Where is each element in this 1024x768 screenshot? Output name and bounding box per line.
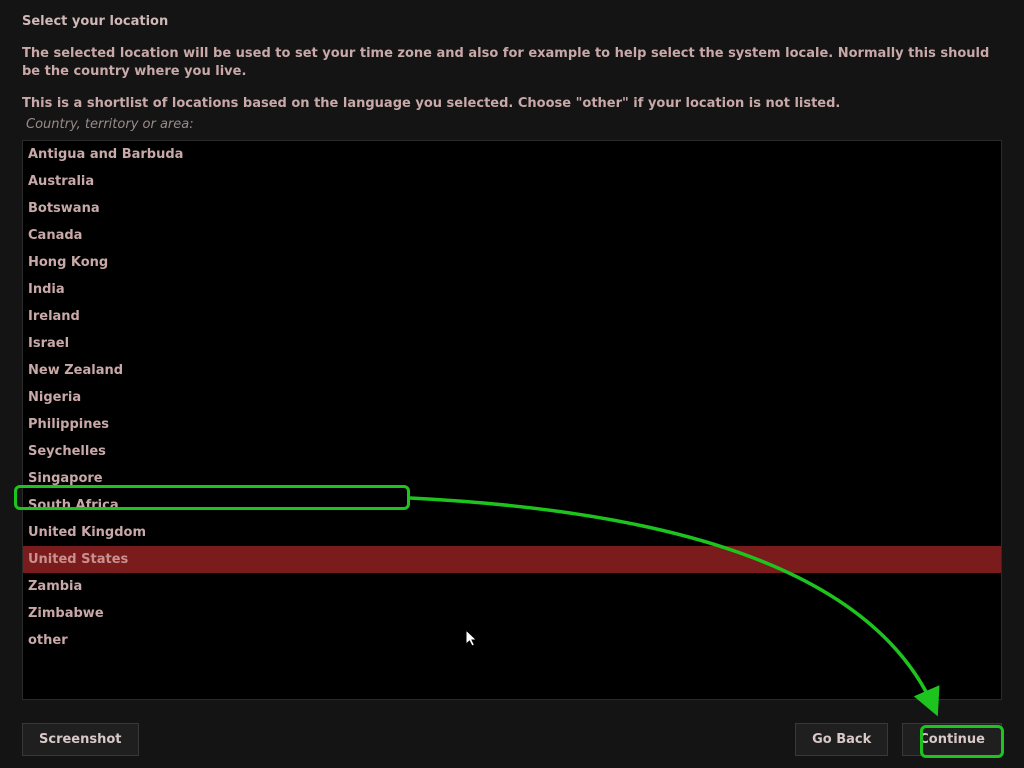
list-item[interactable]: Philippines [23, 411, 1001, 438]
list-item[interactable]: Israel [23, 330, 1001, 357]
list-item[interactable]: India [23, 276, 1001, 303]
list-item[interactable]: Zimbabwe [23, 600, 1001, 627]
go-back-button[interactable]: Go Back [795, 723, 888, 756]
list-item[interactable]: other [23, 627, 1001, 654]
list-item[interactable]: Nigeria [23, 384, 1001, 411]
list-item[interactable]: Seychelles [23, 438, 1001, 465]
screenshot-button[interactable]: Screenshot [22, 723, 139, 756]
list-item[interactable]: New Zealand [23, 357, 1001, 384]
list-item[interactable]: Hong Kong [23, 249, 1001, 276]
list-item[interactable]: United Kingdom [23, 519, 1001, 546]
list-item[interactable]: Australia [23, 168, 1001, 195]
location-listbox[interactable]: Antigua and BarbudaAustraliaBotswanaCana… [22, 140, 1002, 700]
continue-button[interactable]: Continue [902, 723, 1002, 756]
list-item[interactable]: Botswana [23, 195, 1001, 222]
page-title: Select your location [22, 14, 1002, 29]
list-item[interactable]: Ireland [23, 303, 1001, 330]
list-item[interactable]: South Africa [23, 492, 1001, 519]
description-secondary: This is a shortlist of locations based o… [0, 84, 1024, 113]
list-item[interactable]: Canada [23, 222, 1001, 249]
list-item[interactable]: United States [23, 546, 1001, 573]
list-item[interactable]: Singapore [23, 465, 1001, 492]
list-item[interactable]: Zambia [23, 573, 1001, 600]
description-primary: The selected location will be used to se… [0, 37, 1024, 84]
list-label: Country, territory or area: [0, 113, 1024, 134]
list-item[interactable]: Antigua and Barbuda [23, 141, 1001, 168]
footer-bar: Screenshot Go Back Continue [0, 710, 1024, 768]
